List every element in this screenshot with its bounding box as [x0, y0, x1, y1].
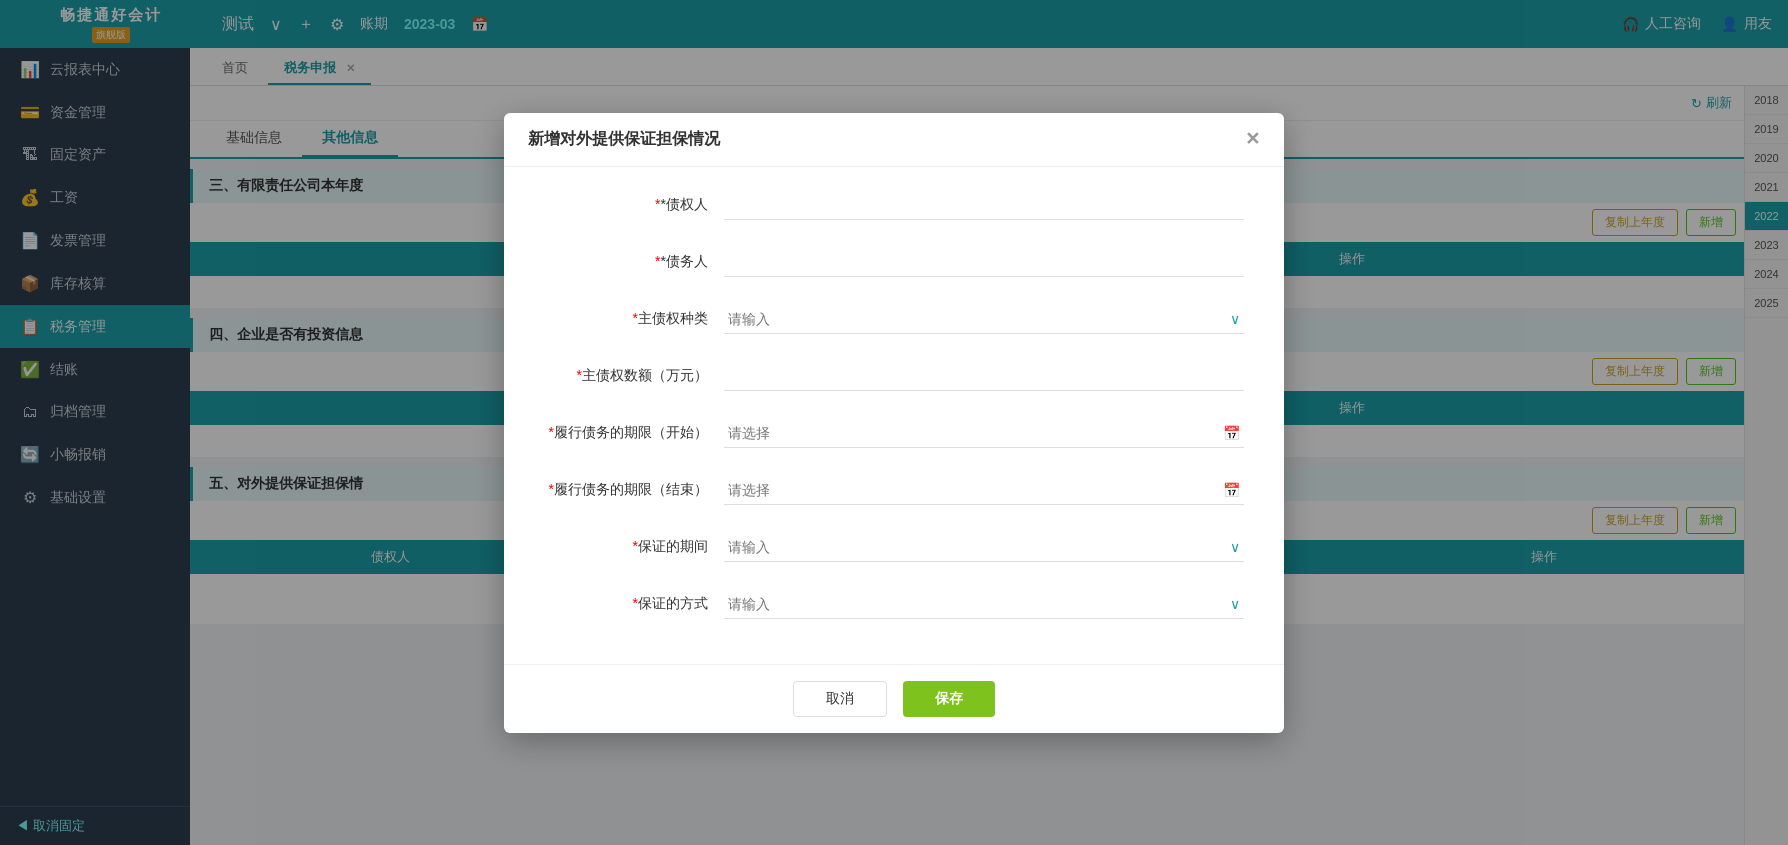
modal-body: **债权人 **债务人 *主债权种类 ∨	[504, 167, 1284, 664]
modal-dialog: 新增对外提供保证担保情况 ✕ **债权人 **债务人 *主债权种	[504, 113, 1284, 733]
form-row-period-start: *履行债务的期限（开始） 📅	[544, 419, 1244, 448]
label-period-start: *履行债务的期限（开始）	[544, 424, 724, 442]
date-period-start: 📅	[724, 419, 1244, 448]
label-guarantee-period: *保证的期间	[544, 538, 724, 556]
chevron-method-icon[interactable]: ∨	[1230, 596, 1240, 612]
form-row-claim-type: *主债权种类 ∨	[544, 305, 1244, 334]
modal-close-btn[interactable]: ✕	[1245, 130, 1260, 148]
calendar-end-icon[interactable]: 📅	[1223, 482, 1240, 498]
modal-footer: 取消 保存	[504, 664, 1284, 733]
modal-title: 新增对外提供保证担保情况	[528, 129, 720, 150]
input-period-start[interactable]	[728, 425, 1223, 441]
select-claim-type: ∨	[724, 305, 1244, 334]
form-row-claim-amount: *主债权数额（万元）	[544, 362, 1244, 391]
form-row-creditor: **债权人	[544, 191, 1244, 220]
input-claim-type[interactable]	[728, 311, 1230, 327]
input-period-end[interactable]	[728, 482, 1223, 498]
input-creditor[interactable]	[724, 191, 1244, 220]
select-guarantee-method: ∨	[724, 590, 1244, 619]
select-guarantee-period: ∨	[724, 533, 1244, 562]
input-claim-amount[interactable]	[724, 362, 1244, 391]
label-period-end: *履行债务的期限（结束）	[544, 481, 724, 499]
cancel-button[interactable]: 取消	[793, 681, 887, 717]
label-claim-type: *主债权种类	[544, 310, 724, 328]
form-row-guarantee-method: *保证的方式 ∨	[544, 590, 1244, 619]
form-row-debtor: **债务人	[544, 248, 1244, 277]
label-claim-amount: *主债权数额（万元）	[544, 367, 724, 385]
chevron-period-icon[interactable]: ∨	[1230, 539, 1240, 555]
chevron-down-icon[interactable]: ∨	[1230, 311, 1240, 327]
label-guarantee-method: *保证的方式	[544, 595, 724, 613]
modal-header: 新增对外提供保证担保情况 ✕	[504, 113, 1284, 167]
form-row-guarantee-period: *保证的期间 ∨	[544, 533, 1244, 562]
save-button[interactable]: 保存	[903, 681, 995, 717]
calendar-start-icon[interactable]: 📅	[1223, 425, 1240, 441]
label-creditor: **债权人	[544, 196, 724, 214]
input-guarantee-method[interactable]	[728, 596, 1230, 612]
date-period-end: 📅	[724, 476, 1244, 505]
label-debtor: **债务人	[544, 253, 724, 271]
input-guarantee-period[interactable]	[728, 539, 1230, 555]
input-debtor[interactable]	[724, 248, 1244, 277]
form-row-period-end: *履行债务的期限（结束） 📅	[544, 476, 1244, 505]
modal-overlay: 新增对外提供保证担保情况 ✕ **债权人 **债务人 *主债权种	[0, 0, 1788, 845]
